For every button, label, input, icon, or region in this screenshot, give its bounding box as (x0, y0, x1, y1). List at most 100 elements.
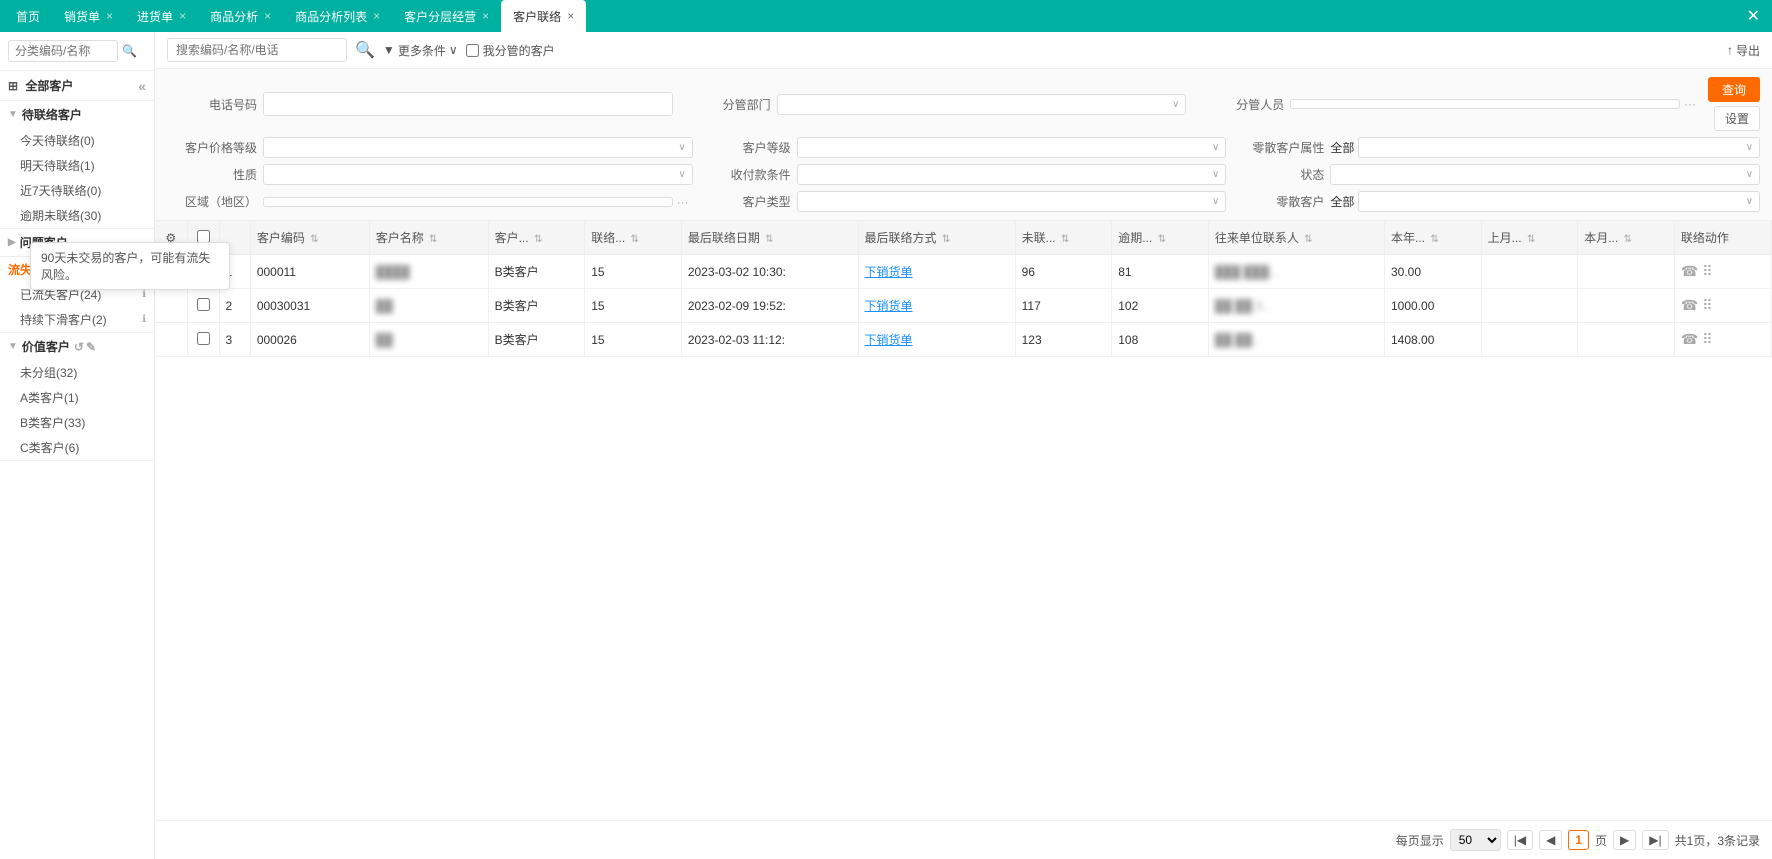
refresh-icon[interactable]: ↺ (74, 340, 84, 354)
tab-sales[interactable]: 销货单 × (52, 0, 125, 32)
th-last-method[interactable]: 最后联络方式 ⇅ (858, 221, 1015, 255)
sidebar-search-input[interactable] (8, 40, 118, 62)
filter-status-select[interactable]: ∨ (1330, 164, 1760, 185)
row-select-checkbox[interactable] (197, 298, 210, 311)
th-contact[interactable]: 联络... ⇅ (585, 221, 682, 255)
sidebar-item-overdue[interactable]: 逾期未联络(30) (0, 203, 154, 228)
th-uncontacted[interactable]: 未联... ⇅ (1015, 221, 1112, 255)
query-button[interactable]: 查询 (1708, 77, 1760, 102)
filter-level-select[interactable]: ∨ (797, 137, 1227, 158)
filter-payment-select[interactable]: ∨ (797, 164, 1227, 185)
sort-this-month-icon[interactable]: ⇅ (1624, 234, 1632, 245)
row-last-method[interactable]: 下销货单 (858, 255, 1015, 289)
action-contact-icon[interactable]: ☎ (1681, 297, 1698, 314)
th-name[interactable]: 客户名称 ⇅ (369, 221, 488, 255)
th-type[interactable]: 客户... ⇅ (488, 221, 585, 255)
row-last-method[interactable]: 下销货单 (858, 323, 1015, 357)
filter-retail-select[interactable]: ∨ (1358, 191, 1760, 212)
tab-customer-contact-close[interactable]: × (567, 9, 574, 23)
row-select-checkbox[interactable] (197, 332, 210, 345)
sort-name-icon[interactable]: ⇅ (429, 234, 437, 245)
more-conditions-button[interactable]: ▼ 更多条件 ∨ (383, 42, 458, 59)
sidebar-item-class-a[interactable]: A类客户(1) (0, 385, 154, 410)
sort-overdue-icon[interactable]: ⇅ (1158, 234, 1166, 245)
sidebar-item-class-c[interactable]: C类客户(6) (0, 435, 154, 460)
tab-product-list[interactable]: 商品分析列表 × (283, 0, 392, 32)
action-contact-icon[interactable]: ☎ (1681, 263, 1698, 280)
tab-purchase-close[interactable]: × (179, 9, 186, 23)
sort-last-method-icon[interactable]: ⇅ (942, 234, 950, 245)
app-close-button[interactable]: ✕ (1739, 6, 1768, 26)
filter-price-level-select[interactable]: ∨ (263, 137, 693, 158)
tab-product-list-close[interactable]: × (373, 9, 380, 23)
settings-button[interactable]: 设置 (1714, 106, 1760, 131)
th-overdue[interactable]: 逾期... ⇅ (1112, 221, 1209, 255)
tab-purchase[interactable]: 进货单 × (125, 0, 198, 32)
sort-last-date-icon[interactable]: ⇅ (765, 234, 773, 245)
page-size-select[interactable]: 50 10 20 100 (1450, 829, 1501, 851)
tab-customer-tier[interactable]: 客户分层经营 × (392, 0, 501, 32)
main-search-input[interactable] (167, 38, 347, 62)
sort-uncontacted-icon[interactable]: ⇅ (1061, 234, 1069, 245)
my-customers-checkbox[interactable] (466, 44, 479, 57)
sort-contact-icon[interactable]: ⇅ (631, 234, 639, 245)
th-code[interactable]: 客户编码 ⇅ (250, 221, 369, 255)
filter-customer-type-select[interactable]: ∨ (797, 191, 1227, 212)
row-last-method[interactable]: 下销货单 (858, 289, 1015, 323)
action-more-icon[interactable]: ⠿ (1702, 331, 1712, 348)
sidebar-collapse-icon[interactable]: « (138, 78, 146, 94)
page-prev-button[interactable]: ◀ (1539, 830, 1562, 850)
sidebar-group-pending-header[interactable]: ▼ 待联络客户 (0, 101, 154, 128)
my-customers-filter[interactable]: 我分管的客户 (466, 42, 555, 59)
export-button[interactable]: ↑ 导出 (1727, 42, 1760, 59)
th-last-month[interactable]: 上月... ⇅ (1481, 221, 1578, 255)
action-more-icon[interactable]: ⠿ (1702, 297, 1712, 314)
sidebar-search-icon[interactable]: 🔍 (122, 44, 137, 58)
action-contact-icon[interactable]: ☎ (1681, 331, 1698, 348)
page-last-button[interactable]: ▶| (1642, 830, 1668, 850)
select-all-checkbox[interactable] (197, 230, 210, 243)
row-checkbox[interactable] (187, 289, 219, 323)
sort-code-icon[interactable]: ⇅ (310, 234, 318, 245)
tab-customer-tier-close[interactable]: × (482, 9, 489, 23)
person-more-dots[interactable]: ··· (1680, 97, 1700, 111)
tab-home[interactable]: 首页 (4, 0, 52, 32)
row-type: B类客户 (488, 289, 585, 323)
sidebar-item-ungroup[interactable]: 未分组(32) (0, 360, 154, 385)
filter-phone-input[interactable] (263, 92, 673, 116)
th-contacts[interactable]: 往来单位联系人 ⇅ (1208, 221, 1384, 255)
sort-last-month-icon[interactable]: ⇅ (1527, 234, 1535, 245)
filter-customer-type-field: 客户类型 ∨ (701, 191, 1227, 212)
th-this-month[interactable]: 本月... ⇅ (1578, 221, 1675, 255)
filter-person-select[interactable] (1290, 99, 1680, 109)
filter-dept-select[interactable]: ∨ (777, 94, 1187, 115)
main-search-button[interactable]: 🔍 (355, 40, 375, 60)
action-more-icon[interactable]: ⠿ (1702, 263, 1712, 280)
sort-type-icon[interactable]: ⇅ (534, 234, 542, 245)
tab-sales-close[interactable]: × (106, 9, 113, 23)
row-settings[interactable] (155, 289, 187, 323)
sidebar-item-class-b[interactable]: B类客户(33) (0, 410, 154, 435)
tab-customer-contact[interactable]: 客户联络 × (501, 0, 586, 32)
sidebar-item-tomorrow[interactable]: 明天待联络(1) (0, 153, 154, 178)
row-checkbox[interactable] (187, 323, 219, 357)
sidebar-item-today[interactable]: 今天待联络(0) (0, 128, 154, 153)
filter-retail-attr-select[interactable]: ∨ (1358, 137, 1760, 158)
sort-contacts-icon[interactable]: ⇅ (1304, 234, 1312, 245)
page-next-button[interactable]: ▶ (1613, 830, 1636, 850)
filter-region-select[interactable] (263, 197, 673, 207)
sidebar-item-week[interactable]: 近7天待联络(0) (0, 178, 154, 203)
tab-product-analysis-close[interactable]: × (264, 9, 271, 23)
th-last-date[interactable]: 最后联络日期 ⇅ (681, 221, 858, 255)
sort-this-year-icon[interactable]: ⇅ (1430, 234, 1438, 245)
sidebar-item-declining[interactable]: 持续下滑客户(2) ℹ (0, 307, 154, 332)
row-settings[interactable] (155, 323, 187, 357)
page-first-button[interactable]: |◀ (1507, 830, 1533, 850)
tab-product-analysis[interactable]: 商品分析 × (198, 0, 283, 32)
sidebar-all-customers[interactable]: ⊞ 全部客户 « (0, 71, 154, 101)
sidebar-group-value-header[interactable]: ▼ 价值客户 ↺ ✎ (0, 333, 154, 360)
edit-icon[interactable]: ✎ (86, 340, 96, 354)
region-more-dots[interactable]: ··· (673, 195, 693, 209)
filter-gender-select[interactable]: ∨ (263, 164, 693, 185)
th-this-year[interactable]: 本年... ⇅ (1384, 221, 1481, 255)
